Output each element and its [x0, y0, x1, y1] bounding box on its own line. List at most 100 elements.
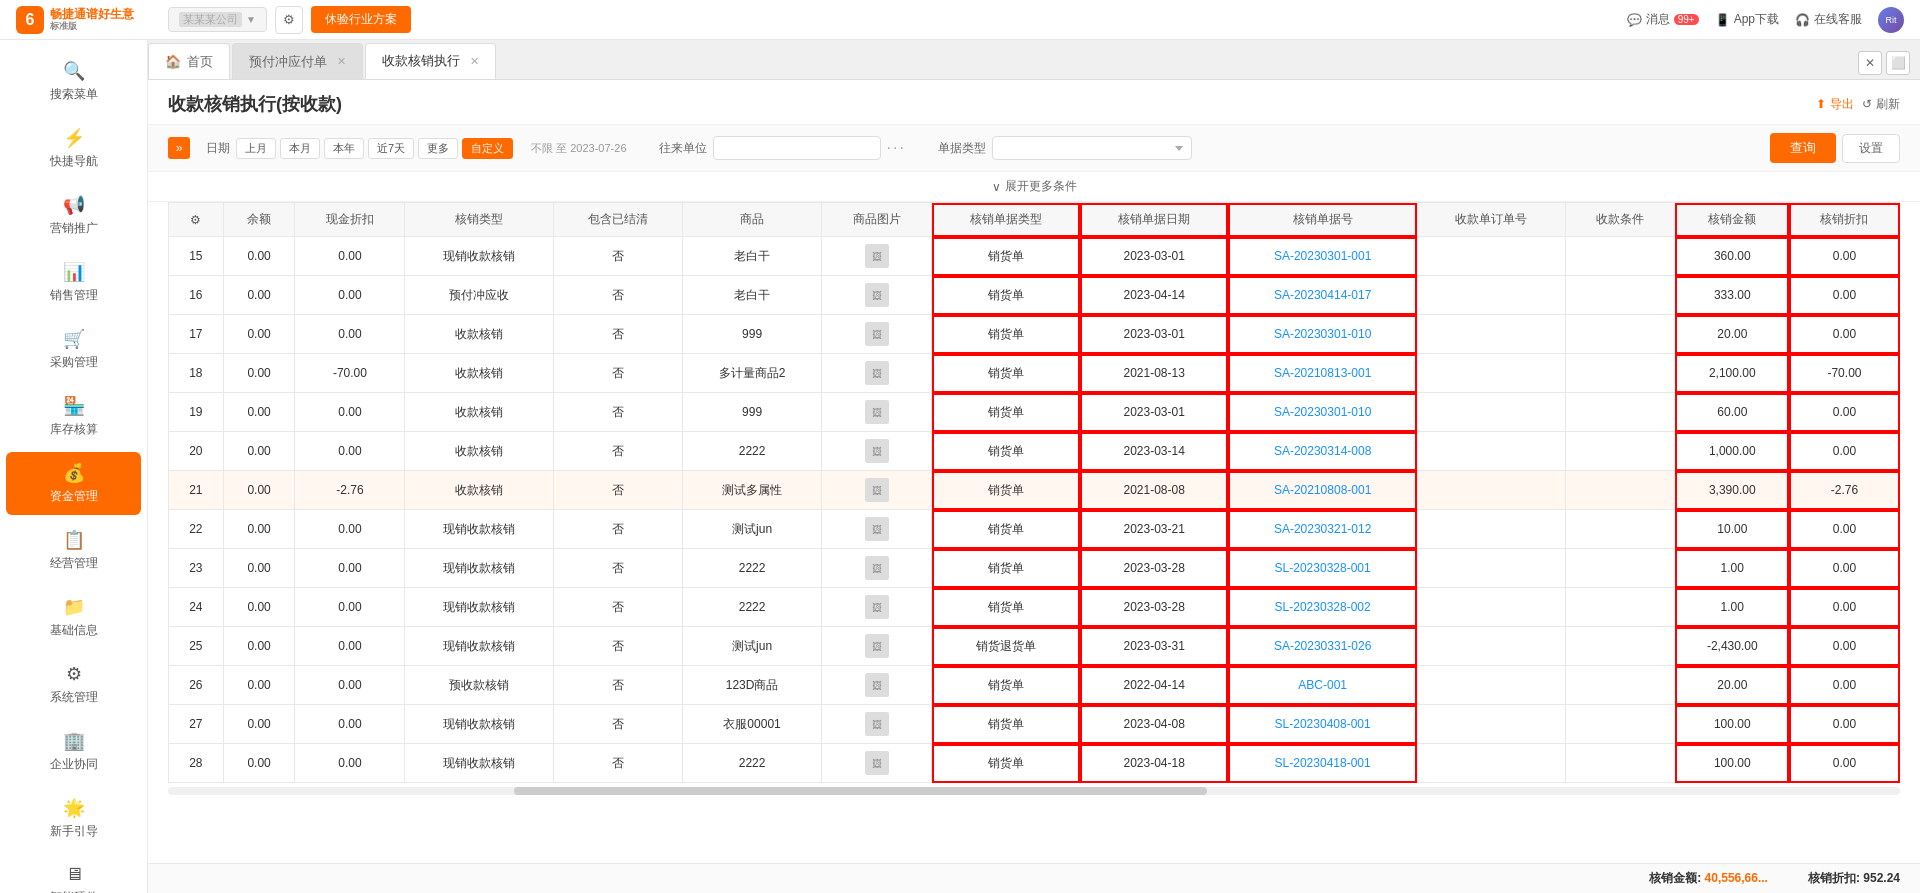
bill-no-link[interactable]: SL-20230418-001: [1275, 756, 1371, 770]
query-button[interactable]: 查询: [1770, 133, 1836, 163]
row-settled: 否: [553, 276, 682, 315]
sidebar-item-system[interactable]: ⚙ 系统管理: [6, 653, 141, 716]
bill-no-link[interactable]: SA-20230314-008: [1274, 444, 1371, 458]
industry-solution-button[interactable]: 休验行业方案: [311, 6, 411, 33]
tab-prepay-close[interactable]: ✕: [337, 55, 346, 68]
sidebar-item-corp[interactable]: 🏢 企业协同: [6, 720, 141, 783]
product-thumbnail: 🖼: [865, 244, 889, 268]
row-bill-no[interactable]: SL-20230408-001: [1228, 705, 1417, 744]
export-button[interactable]: ⬆ 导出: [1816, 96, 1854, 113]
row-settled: 否: [553, 705, 682, 744]
sidebar-item-purchase[interactable]: 🛒 采购管理: [6, 318, 141, 381]
row-bill-no[interactable]: SA-20230301-001: [1228, 237, 1417, 276]
bill-no-link[interactable]: SL-20230328-002: [1275, 600, 1371, 614]
row-bill-date: 2023-04-14: [1080, 276, 1228, 315]
app-download[interactable]: 📱 App下载: [1715, 11, 1779, 28]
user-info[interactable]: Rit: [1878, 7, 1904, 33]
row-bill-no[interactable]: SL-20230328-002: [1228, 588, 1417, 627]
tab-home[interactable]: 🏠 首页: [148, 43, 230, 79]
row-bill-date: 2023-03-01: [1080, 393, 1228, 432]
row-bill-no[interactable]: SA-20230414-017: [1228, 276, 1417, 315]
sidebar-item-quick-nav[interactable]: ⚡ 快捷导航: [6, 117, 141, 180]
tab-receipt[interactable]: 收款核销执行 ✕: [365, 43, 496, 79]
filter-expand-button[interactable]: »: [168, 137, 190, 159]
sidebar-item-inventory[interactable]: 🏪 库存核算: [6, 385, 141, 448]
bill-no-link[interactable]: SA-20230414-017: [1274, 288, 1371, 302]
row-receipt-no: [1417, 237, 1565, 276]
company-selector[interactable]: 某某某公司 ▼: [168, 7, 267, 32]
basic-icon: 📁: [63, 596, 85, 618]
date-this-month[interactable]: 本月: [280, 138, 320, 159]
bill-no-link[interactable]: SA-20230301-001: [1274, 249, 1371, 263]
gear-button[interactable]: ⚙: [275, 6, 303, 34]
message-icon: 💬: [1627, 13, 1642, 27]
row-bill-no[interactable]: ABC-001: [1228, 666, 1417, 705]
app-icon: 📱: [1715, 13, 1730, 27]
date-more[interactable]: 更多: [418, 138, 458, 159]
bill-no-link[interactable]: SA-20210808-001: [1274, 483, 1371, 497]
sidebar-item-marketing[interactable]: 📢 营销推广: [6, 184, 141, 247]
bill-no-link[interactable]: ABC-001: [1298, 678, 1347, 692]
row-bill-no[interactable]: SA-20230301-010: [1228, 393, 1417, 432]
row-bill-no[interactable]: SL-20230418-001: [1228, 744, 1417, 783]
bill-no-link[interactable]: SA-20230331-026: [1274, 639, 1371, 653]
row-amount: 100.00: [1675, 744, 1789, 783]
chevron-down-icon: ▼: [246, 14, 256, 25]
settings-button[interactable]: 设置: [1842, 134, 1900, 163]
expand-more-button[interactable]: ∨ 展开更多条件: [992, 178, 1077, 195]
row-product: 2222: [682, 744, 822, 783]
row-type: 现销收款核销: [405, 744, 553, 783]
message-badge[interactable]: 💬 消息 99+: [1627, 11, 1699, 28]
bill-no-link[interactable]: SL-20230408-001: [1275, 717, 1371, 731]
sidebar-item-basic[interactable]: 📁 基础信息: [6, 586, 141, 649]
row-settled: 否: [553, 588, 682, 627]
online-service[interactable]: 🎧 在线客服: [1795, 11, 1862, 28]
row-settled: 否: [553, 744, 682, 783]
sidebar-item-business[interactable]: 📋 经营管理: [6, 519, 141, 582]
row-amount: 100.00: [1675, 705, 1789, 744]
row-settled: 否: [553, 471, 682, 510]
sidebar-item-search[interactable]: 🔍 搜索菜单: [6, 50, 141, 113]
row-receipt-cond: [1565, 588, 1675, 627]
tab-receipt-close[interactable]: ✕: [470, 55, 479, 68]
row-bill-no[interactable]: SA-20230321-012: [1228, 510, 1417, 549]
bill-no-link[interactable]: SA-20210813-001: [1274, 366, 1371, 380]
date-last-month[interactable]: 上月: [236, 138, 276, 159]
sidebar-item-sales[interactable]: 📊 销售管理: [6, 251, 141, 314]
partner-input[interactable]: [713, 136, 881, 160]
col-gear[interactable]: ⚙: [169, 203, 224, 237]
tab-close-btn[interactable]: ✕: [1858, 51, 1882, 75]
sidebar-item-guide[interactable]: 🌟 新手引导: [6, 787, 141, 850]
row-type: 现销收款核销: [405, 705, 553, 744]
sidebar-item-hardware[interactable]: 🖥 智能硬件: [6, 854, 141, 893]
row-bill-no[interactable]: SA-20230314-008: [1228, 432, 1417, 471]
bill-no-link[interactable]: SA-20230301-010: [1274, 405, 1371, 419]
bill-no-link[interactable]: SA-20230321-012: [1274, 522, 1371, 536]
sidebar-item-finance[interactable]: 💰 资金管理: [6, 452, 141, 515]
row-bill-no[interactable]: SA-20230331-026: [1228, 627, 1417, 666]
refresh-button[interactable]: ↺ 刷新: [1862, 96, 1900, 113]
row-bill-date: 2023-03-14: [1080, 432, 1228, 471]
row-product: 测试jun: [682, 510, 822, 549]
tab-maximize-btn[interactable]: ⬜: [1886, 51, 1910, 75]
bill-type-select[interactable]: [992, 136, 1192, 160]
table-row: 15 0.00 0.00 现销收款核销 否 老白干 🖼 销货单 2023-03-…: [169, 237, 1900, 276]
logo-text: 畅捷通谱好生意: [50, 7, 134, 21]
bill-no-link[interactable]: SA-20230301-010: [1274, 327, 1371, 341]
row-type: 预收款核销: [405, 666, 553, 705]
date-this-year[interactable]: 本年: [324, 138, 364, 159]
row-bill-no[interactable]: SA-20230301-010: [1228, 315, 1417, 354]
row-no: 24: [169, 588, 224, 627]
row-bill-no[interactable]: SA-20210808-001: [1228, 471, 1417, 510]
date-custom[interactable]: 自定义: [462, 138, 513, 159]
chevron-down-icon: ∨: [992, 180, 1001, 194]
marketing-icon: 📢: [63, 194, 85, 216]
date-7days[interactable]: 近7天: [368, 138, 414, 159]
bill-no-link[interactable]: SL-20230328-001: [1275, 561, 1371, 575]
row-bill-no[interactable]: SL-20230328-001: [1228, 549, 1417, 588]
tab-prepay[interactable]: 预付冲应付单 ✕: [232, 43, 363, 79]
row-bill-no[interactable]: SA-20210813-001: [1228, 354, 1417, 393]
product-thumbnail: 🖼: [865, 634, 889, 658]
footer-total-amount: 核销金额: 40,556,66...: [1649, 870, 1768, 887]
row-balance: 0.00: [223, 276, 295, 315]
